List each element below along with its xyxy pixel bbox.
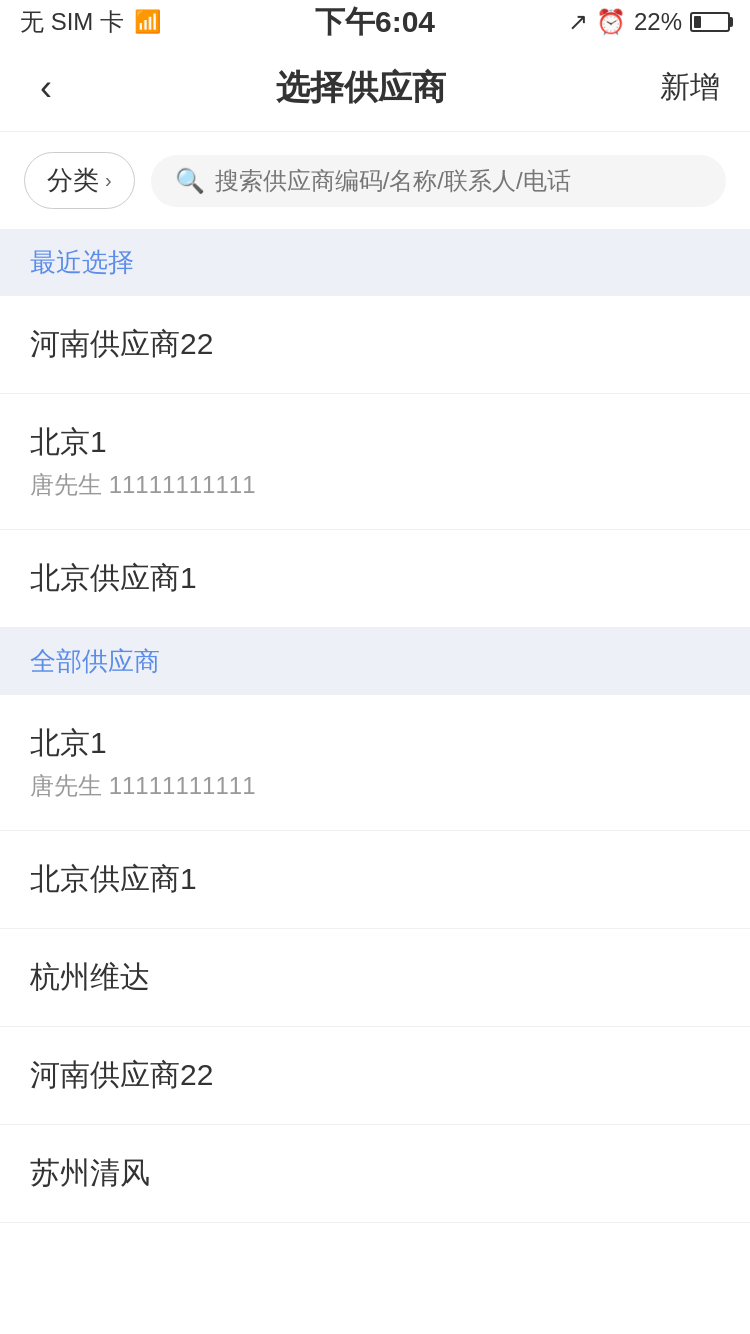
list-item[interactable]: 河南供应商22 — [0, 1027, 750, 1125]
item-name: 河南供应商22 — [30, 324, 720, 365]
item-sub: 唐先生 11111111111 — [30, 770, 720, 802]
item-name: 北京1 — [30, 723, 720, 764]
search-icon: 🔍 — [175, 167, 205, 195]
alarm-icon: ⏰ — [596, 8, 626, 36]
sections-container: 最近选择河南供应商22 北京1 唐先生 11111111111 北京供应商1 全部供应商… — [0, 229, 750, 1223]
chevron-right-icon: › — [105, 169, 112, 192]
search-box: 🔍 — [151, 155, 726, 207]
status-bar: 无 SIM 卡 📶 下午6:04 ↗ ⏰ 22% — [0, 0, 750, 44]
item-name: 杭州维达 — [30, 957, 720, 998]
list-item[interactable]: 北京供应商1 — [0, 530, 750, 628]
item-name: 北京供应商1 — [30, 558, 720, 599]
nav-title: 选择供应商 — [276, 65, 446, 111]
filter-bar: 分类 › 🔍 — [0, 132, 750, 229]
back-button[interactable]: ‹ — [30, 57, 62, 119]
location-icon: ↗ — [568, 8, 588, 36]
category-label: 分类 — [47, 163, 99, 198]
battery-icon — [690, 12, 730, 32]
list-item[interactable]: 北京供应商1 — [0, 831, 750, 929]
section-header-all: 全部供应商 — [0, 628, 750, 695]
sim-text: 无 SIM 卡 — [20, 6, 124, 38]
add-button[interactable]: 新增 — [660, 67, 720, 108]
search-input[interactable] — [215, 167, 702, 195]
status-right: ↗ ⏰ 22% — [568, 8, 730, 36]
section-header-recent: 最近选择 — [0, 229, 750, 296]
list-item[interactable]: 北京1 唐先生 11111111111 — [0, 695, 750, 831]
item-name: 河南供应商22 — [30, 1055, 720, 1096]
status-time: 下午6:04 — [315, 2, 435, 43]
list-item[interactable]: 河南供应商22 — [0, 296, 750, 394]
battery-percentage: 22% — [634, 8, 682, 36]
status-left: 无 SIM 卡 📶 — [20, 6, 161, 38]
item-sub: 唐先生 11111111111 — [30, 469, 720, 501]
nav-bar: ‹ 选择供应商 新增 — [0, 44, 750, 132]
item-name: 苏州清风 — [30, 1153, 720, 1194]
wifi-icon: 📶 — [134, 9, 161, 35]
item-name: 北京供应商1 — [30, 859, 720, 900]
item-name: 北京1 — [30, 422, 720, 463]
list-item[interactable]: 苏州清风 — [0, 1125, 750, 1223]
category-button[interactable]: 分类 › — [24, 152, 135, 209]
list-item[interactable]: 杭州维达 — [0, 929, 750, 1027]
list-item[interactable]: 北京1 唐先生 11111111111 — [0, 394, 750, 530]
